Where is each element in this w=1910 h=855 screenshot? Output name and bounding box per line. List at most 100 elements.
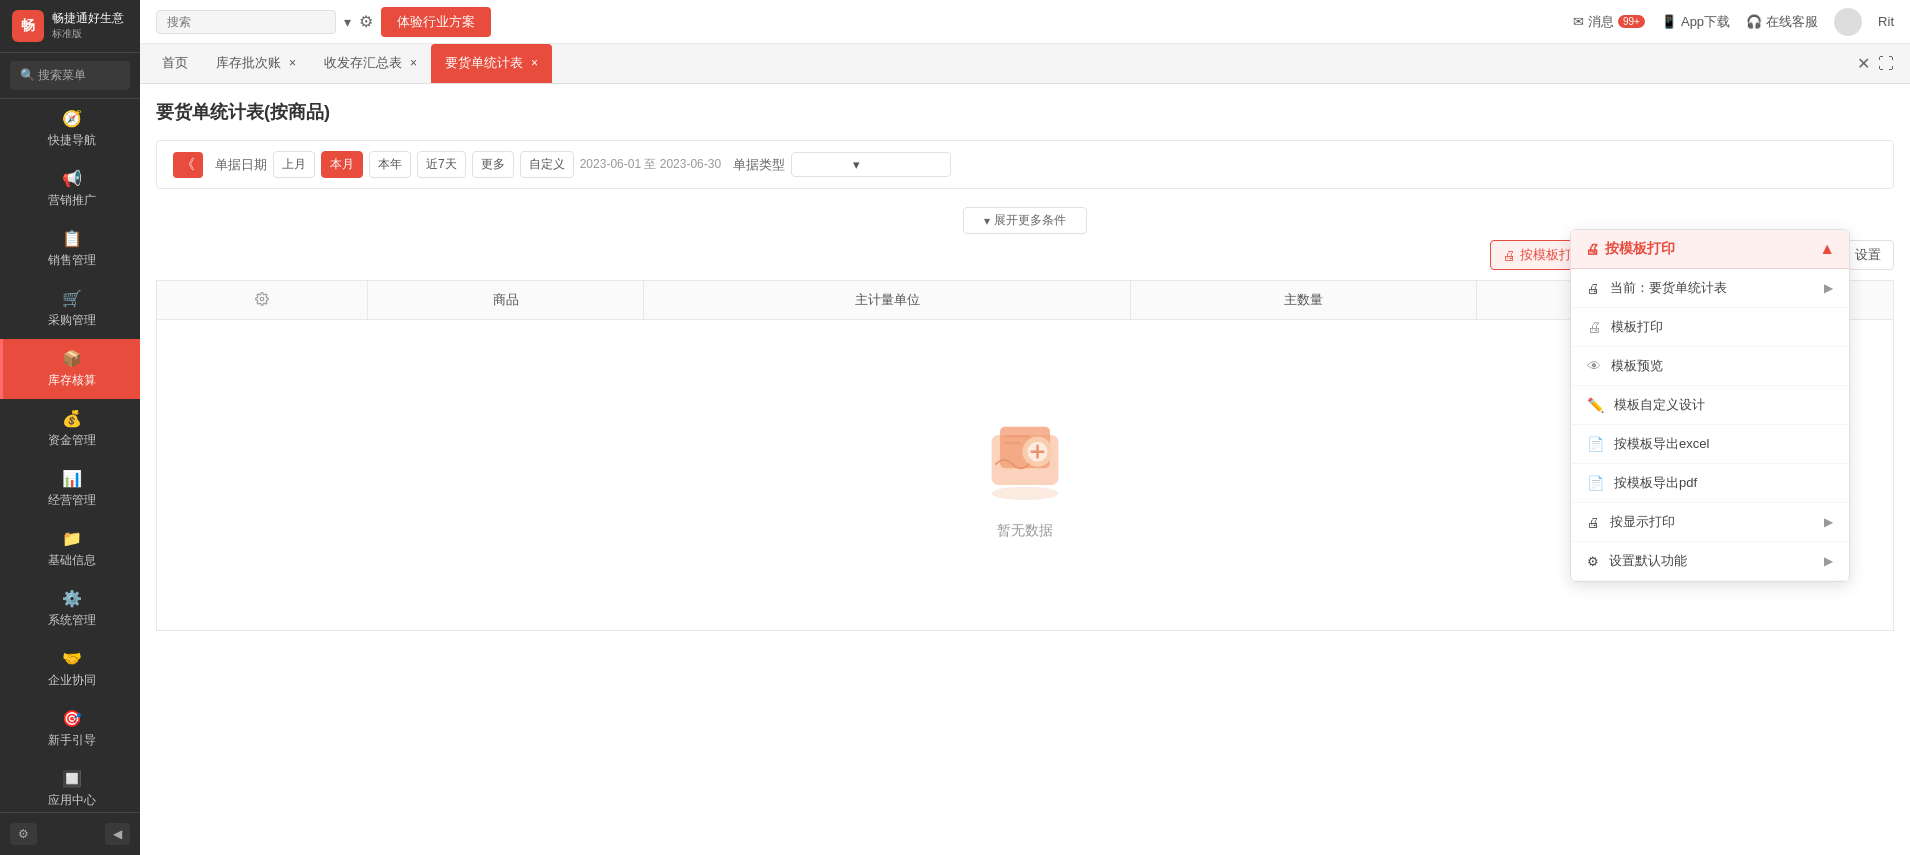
filter-expand-button[interactable]: 《 <box>173 152 203 178</box>
sidebar-item-label: 系统管理 <box>48 612 96 629</box>
header-right: ✉ 消息 99+ 📱 App下载 🎧 在线客服 Rit <box>1573 8 1894 36</box>
date-prev-month-button[interactable]: 上月 <box>273 151 315 178</box>
sidebar-item-basic[interactable]: 📁 基础信息 <box>0 519 140 579</box>
collapse-sidebar-button[interactable]: ◀ <box>105 823 130 845</box>
order-type-select[interactable]: ▾ <box>791 152 951 177</box>
tab-home[interactable]: 首页 <box>148 44 202 83</box>
date-custom-button[interactable]: 自定义 <box>520 151 574 178</box>
current-item-icon: 🖨 <box>1587 281 1600 296</box>
svg-rect-7 <box>1004 442 1021 445</box>
dropdown-item-export-excel[interactable]: 📄 按模板导出excel <box>1571 425 1849 464</box>
order-type-value <box>802 157 849 172</box>
template-custom-label: 模板自定义设计 <box>1614 396 1705 414</box>
sidebar-item-label: 新手引导 <box>48 732 96 749</box>
header-gear-button[interactable]: ⚙ <box>359 12 373 31</box>
tab-order-stats-close[interactable]: × <box>531 56 538 70</box>
settings-bottom-button[interactable]: ⚙ <box>10 823 37 845</box>
date-current-month-button[interactable]: 本月 <box>321 151 363 178</box>
header-search-input[interactable] <box>156 10 336 34</box>
expand-more-conditions-button[interactable]: ▾ 展开更多条件 <box>963 207 1087 234</box>
print-dropdown-close-button[interactable]: ▲ <box>1819 240 1835 258</box>
set-default-left: ⚙ 设置默认功能 <box>1587 552 1687 570</box>
search-menu-button[interactable]: 🔍 搜索菜单 <box>10 61 130 90</box>
message-badge: 99+ <box>1618 15 1645 28</box>
tab-close-all-button[interactable]: ✕ <box>1857 54 1870 73</box>
online-service-button[interactable]: 🎧 在线客服 <box>1746 13 1818 31</box>
sidebar-item-sales[interactable]: 📋 销售管理 <box>0 219 140 279</box>
page-title: 要货单统计表(按商品) <box>156 100 1894 124</box>
tab-order-stats[interactable]: 要货单统计表 × <box>431 44 552 83</box>
svg-rect-6 <box>1004 435 1029 438</box>
sidebar-item-label: 库存核算 <box>48 372 96 389</box>
tab-batch-account-label: 库存批次账 <box>216 54 281 72</box>
display-print-left: 🖨 按显示打印 <box>1587 513 1675 531</box>
trial-button[interactable]: 体验行业方案 <box>381 7 491 37</box>
sidebar-item-guide[interactable]: 🎯 新手引导 <box>0 699 140 759</box>
sidebar-item-marketing[interactable]: 📢 营销推广 <box>0 159 140 219</box>
order-type-label: 单据类型 <box>733 156 785 174</box>
expand-more-label: 展开更多条件 <box>994 212 1066 229</box>
sidebar-item-finance[interactable]: 💰 资金管理 <box>0 399 140 459</box>
sidebar-item-label: 经营管理 <box>48 492 96 509</box>
app-download-button[interactable]: 📱 App下载 <box>1661 13 1730 31</box>
app-badge: 标准版 <box>52 27 124 41</box>
template-print-label: 模板打印 <box>1611 318 1663 336</box>
filter-bar: 《 单据日期 上月 本月 本年 近7天 更多 自定义 2023-06-01 至 … <box>156 140 1894 189</box>
quick-nav-icon: 🧭 <box>62 109 82 128</box>
print-dropdown-title-text: 按模板打印 <box>1605 240 1675 258</box>
tab-collection-summary-close[interactable]: × <box>410 56 417 70</box>
table-col-quantity: 主数量 <box>1131 281 1477 320</box>
dropdown-item-template-preview[interactable]: 👁 模板预览 <box>1571 347 1849 386</box>
set-default-arrow: ▶ <box>1824 554 1833 568</box>
dropdown-item-export-pdf[interactable]: 📄 按模板导出pdf <box>1571 464 1849 503</box>
dropdown-item-display-print[interactable]: 🖨 按显示打印 ▶ <box>1571 503 1849 542</box>
message-button[interactable]: ✉ 消息 99+ <box>1573 13 1645 31</box>
order-type-chevron-icon: ▾ <box>853 157 860 172</box>
app-center-icon: 🔲 <box>62 769 82 788</box>
online-service-label: 在线客服 <box>1766 13 1818 31</box>
date-more-button[interactable]: 更多 <box>472 151 514 178</box>
tab-batch-account[interactable]: 库存批次账 × <box>202 44 310 83</box>
sidebar-item-label: 资金管理 <box>48 432 96 449</box>
set-default-label: 设置默认功能 <box>1609 552 1687 570</box>
app-download-icon: 📱 <box>1661 14 1677 29</box>
tab-order-stats-label: 要货单统计表 <box>445 54 523 72</box>
sidebar-item-quick-nav[interactable]: 🧭 快捷导航 <box>0 99 140 159</box>
dropdown-item-template-custom[interactable]: ✏️ 模板自定义设计 <box>1571 386 1849 425</box>
sidebar-item-inventory[interactable]: 📦 库存核算 <box>0 339 140 399</box>
date-last-7-days-button[interactable]: 近7天 <box>417 151 466 178</box>
sidebar-item-app-center[interactable]: 🔲 应用中心 <box>0 759 140 812</box>
sidebar: 畅 畅捷通好生意 标准版 🔍 搜索菜单 🧭 快捷导航 📢 营销推广 📋 销售管理… <box>0 0 140 855</box>
dropdown-item-template-print[interactable]: 🖨 模板打印 <box>1571 308 1849 347</box>
sidebar-item-system[interactable]: ⚙️ 系统管理 <box>0 579 140 639</box>
marketing-icon: 📢 <box>62 169 82 188</box>
print-dropdown-popup: 🖨 按模板打印 ▲ 🖨 当前：要货单统计表 ▶ 🖨 模板打印 👁 模板预览 <box>1570 229 1850 582</box>
sidebar-item-purchase[interactable]: 🛒 采购管理 <box>0 279 140 339</box>
logo-text-block: 畅捷通好生意 标准版 <box>52 11 124 41</box>
sidebar-item-operation[interactable]: 📊 经营管理 <box>0 459 140 519</box>
empty-state-message: 暂无数据 <box>997 522 1053 540</box>
operation-icon: 📊 <box>62 469 82 488</box>
date-range-display: 2023-06-01 至 2023-06-30 <box>580 156 721 173</box>
sidebar-item-label: 应用中心 <box>48 792 96 809</box>
dropdown-item-set-default[interactable]: ⚙ 设置默认功能 ▶ <box>1571 542 1849 581</box>
date-filter-group: 单据日期 上月 本月 本年 近7天 更多 自定义 2023-06-01 至 20… <box>215 151 721 178</box>
sidebar-item-label: 采购管理 <box>48 312 96 329</box>
table-col-settings[interactable] <box>157 281 368 320</box>
tab-bar-right: ✕ ⛶ <box>1857 44 1902 83</box>
sidebar-item-collab[interactable]: 🤝 企业协同 <box>0 639 140 699</box>
sidebar-item-label: 快捷导航 <box>48 132 96 149</box>
tab-batch-account-close[interactable]: × <box>289 56 296 70</box>
current-item-label: 当前：要货单统计表 <box>1610 279 1727 297</box>
tab-collection-summary[interactable]: 收发存汇总表 × <box>310 44 431 83</box>
date-current-year-button[interactable]: 本年 <box>369 151 411 178</box>
tab-maximize-button[interactable]: ⛶ <box>1878 55 1894 73</box>
header-dropdown-button[interactable]: ▾ <box>344 14 351 30</box>
app-logo: 畅 畅捷通好生意 标准版 <box>0 0 140 53</box>
display-print-icon: 🖨 <box>1587 515 1600 530</box>
print-dropdown-title-icon: 🖨 <box>1585 241 1599 257</box>
dropdown-item-current-left: 🖨 当前：要货单统计表 <box>1587 279 1727 297</box>
avatar[interactable] <box>1834 8 1862 36</box>
dropdown-item-current[interactable]: 🖨 当前：要货单统计表 ▶ <box>1571 269 1849 308</box>
table-col-unit: 主计量单位 <box>644 281 1131 320</box>
